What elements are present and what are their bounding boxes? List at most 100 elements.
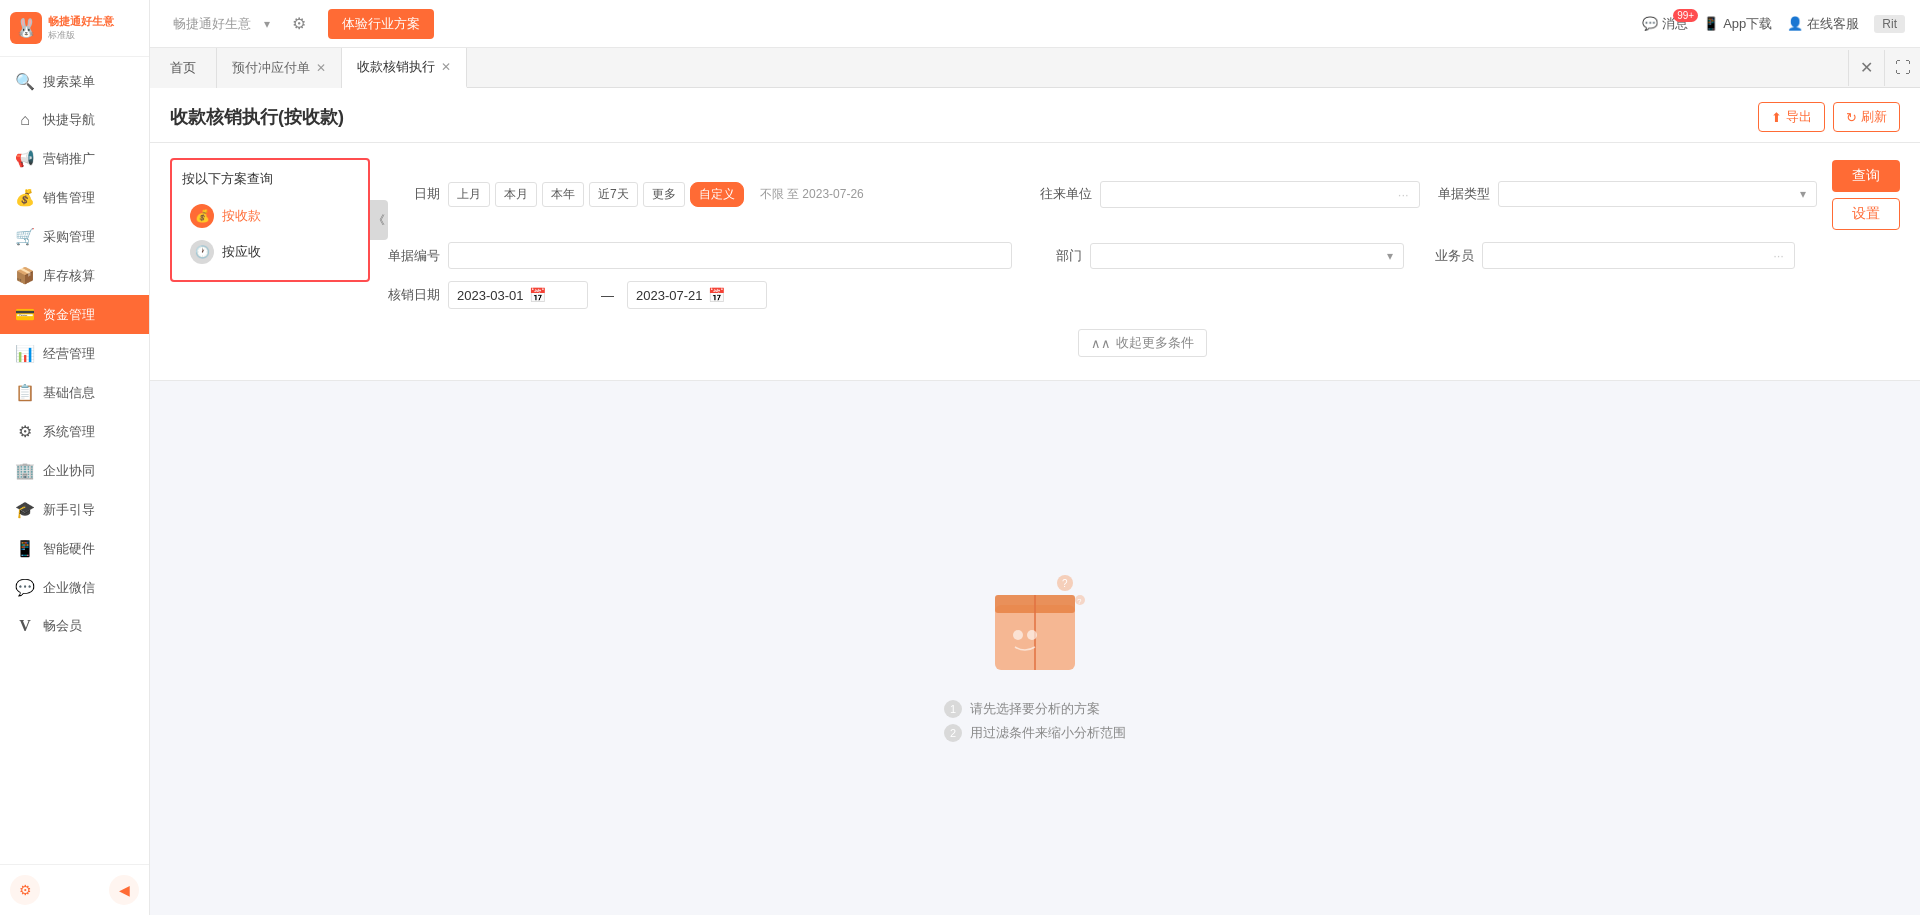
sidebar-item-label: 新手引导 (43, 501, 95, 519)
sidebar-item-wechat[interactable]: 💬 企业微信 (0, 568, 149, 607)
filter-field-dept: 部门 ▾ (1027, 243, 1403, 269)
tab-prepay-close-icon[interactable]: ✕ (316, 61, 326, 75)
content-actions: ⬆ 导出 ↻ 刷新 (1758, 102, 1900, 132)
doc-no-label: 单据编号 (385, 247, 440, 265)
service-icon: 👤 (1787, 16, 1803, 31)
customer-service-button[interactable]: 👤 在线客服 (1787, 15, 1859, 33)
sidebar-bottom: ⚙ ◀ (0, 864, 149, 915)
dept-select[interactable]: ▾ (1090, 243, 1403, 269)
end-date-text: 2023-07-21 (636, 288, 703, 303)
business-person-label: 业务员 (1419, 247, 1474, 265)
sidebar-item-label: 企业协同 (43, 462, 95, 480)
date-button-group: 上月 本月 本年 近7天 更多 自定义 (448, 182, 744, 207)
tab-collection[interactable]: 收款核销执行 ✕ (342, 48, 467, 88)
filter-collapse-button[interactable]: 《 (370, 200, 388, 240)
export-button[interactable]: ⬆ 导出 (1758, 102, 1825, 132)
sidebar-item-inventory[interactable]: 📦 库存核算 (0, 256, 149, 295)
sidebar-item-purchase[interactable]: 🛒 采购管理 (0, 217, 149, 256)
money-icon: 💰 (15, 188, 35, 207)
this-month-button[interactable]: 本月 (495, 182, 537, 207)
sidebar-item-marketing[interactable]: 📢 营销推广 (0, 139, 149, 178)
svg-point-7 (1013, 630, 1023, 640)
business-person-input[interactable]: ··· (1482, 242, 1795, 269)
content-header: 收款核销执行(按收款) ⬆ 导出 ↻ 刷新 (150, 88, 1920, 143)
sidebar-item-quick-nav[interactable]: ⌂ 快捷导航 (0, 101, 149, 139)
doc-type-select[interactable]: ▾ (1498, 181, 1817, 207)
refresh-label: 刷新 (1861, 108, 1887, 126)
counterparty-input[interactable]: ··· (1100, 181, 1419, 208)
calendar-end-icon: 📅 (708, 287, 725, 303)
empty-illustration: ? ? (965, 555, 1105, 685)
last-month-button[interactable]: 上月 (448, 182, 490, 207)
sidebar-item-finance[interactable]: 💳 资金管理 (0, 295, 149, 334)
tabbar-controls: ✕ ⛶ (1848, 50, 1920, 86)
date-separator: — (596, 288, 619, 303)
query-button[interactable]: 查询 (1832, 160, 1900, 192)
filter-actions: 查询 设置 (1832, 158, 1900, 230)
verify-date-end[interactable]: 2023-07-21 📅 (627, 281, 767, 309)
date-range-hint: 不限 至 2023-07-26 (760, 186, 864, 203)
select-arrow-icon: ▾ (1800, 187, 1806, 201)
mobile-icon: 📱 (15, 539, 35, 558)
solution-button[interactable]: 体验行业方案 (328, 9, 434, 39)
message-button[interactable]: 💬 消息 99+ (1642, 15, 1688, 33)
sidebar-item-enterprise[interactable]: 🏢 企业协同 (0, 451, 149, 490)
close-tab-button[interactable]: ✕ (1848, 50, 1884, 86)
custom-date-button[interactable]: 自定义 (690, 182, 744, 207)
doc-no-input[interactable] (448, 242, 1012, 269)
sidebar-item-hardware[interactable]: 📱 智能硬件 (0, 529, 149, 568)
collapse-sidebar-button[interactable]: ◀ (109, 875, 139, 905)
sidebar-item-system[interactable]: ⚙ 系统管理 (0, 412, 149, 451)
sidebar-item-basic[interactable]: 📋 基础信息 (0, 373, 149, 412)
search-icon: 🔍 (15, 72, 35, 91)
filter-row-2: 单据编号 部门 ▾ 业务员 ··· (385, 242, 1900, 269)
tab-prepay[interactable]: 预付冲应付单 ✕ (217, 48, 342, 88)
more-date-button[interactable]: 更多 (643, 182, 685, 207)
filter-panel-inner: 按以下方案查询 💰 按收款 🕐 按应收 《 (170, 158, 370, 282)
tab-home[interactable]: 首页 (150, 48, 217, 88)
refresh-button[interactable]: ↻ 刷新 (1833, 102, 1900, 132)
setting-button[interactable]: 设置 (1832, 198, 1900, 230)
app-download-button[interactable]: 📱 App下载 (1703, 15, 1772, 33)
filter-panel-title: 按以下方案查询 (182, 170, 358, 188)
page-title: 收款核销执行(按收款) (170, 105, 344, 129)
chevron-down-icon[interactable]: ▾ (264, 17, 270, 31)
filter-option-by-receipt[interactable]: 💰 按收款 (182, 198, 358, 234)
sidebar-item-member[interactable]: V 畅会员 (0, 607, 149, 645)
sidebar-item-label: 库存核算 (43, 267, 95, 285)
sidebar-item-business[interactable]: 📊 经营管理 (0, 334, 149, 373)
filter-field-doc-type: 单据类型 ▾ (1435, 181, 1817, 207)
sidebar-item-guide[interactable]: 🎓 新手引导 (0, 490, 149, 529)
user-avatar[interactable]: Rit (1874, 15, 1905, 33)
refresh-icon: ↻ (1846, 110, 1857, 125)
last-7days-button[interactable]: 近7天 (589, 182, 638, 207)
tab-collection-close-icon[interactable]: ✕ (441, 60, 451, 74)
filter-option-by-receivable[interactable]: 🕐 按应收 (182, 234, 358, 270)
settings-button[interactable]: ⚙ (10, 875, 40, 905)
sidebar-item-label: 搜索菜单 (43, 73, 95, 91)
svg-point-8 (1027, 630, 1037, 640)
sidebar-item-label: 快捷导航 (43, 111, 95, 129)
dept-label: 部门 (1027, 247, 1082, 265)
receipt-icon: 💰 (190, 204, 214, 228)
date-label: 日期 (385, 185, 440, 203)
step-2-text: 用过滤条件来缩小分析范围 (970, 724, 1126, 742)
card-icon: 💳 (15, 305, 35, 324)
expand-button[interactable]: ⛶ (1884, 50, 1920, 86)
verify-date-label: 核销日期 (385, 286, 440, 304)
gear-icon: ⚙ (15, 422, 35, 441)
select-arrow-icon: ▾ (1387, 249, 1393, 263)
this-year-button[interactable]: 本年 (542, 182, 584, 207)
sidebar-item-sales[interactable]: 💰 销售管理 (0, 178, 149, 217)
verify-date-start[interactable]: 2023-03-01 📅 (448, 281, 588, 309)
collapse-more-button[interactable]: ∧∧ 收起更多条件 (1078, 329, 1207, 357)
export-icon: ⬆ (1771, 110, 1782, 125)
sidebar-nav: 🔍 搜索菜单 ⌂ 快捷导航 📢 营销推广 💰 销售管理 🛒 采购管理 📦 库存核… (0, 57, 149, 864)
sidebar-item-label: 营销推广 (43, 150, 95, 168)
brand-text: 畅捷通好生意 (165, 13, 259, 35)
app-icon: 📱 (1703, 16, 1719, 31)
filter-row-3: 核销日期 2023-03-01 📅 — 2023-07-21 📅 (385, 281, 1900, 309)
sidebar-item-search[interactable]: 🔍 搜索菜单 (0, 62, 149, 101)
tab-home-label: 首页 (170, 59, 196, 77)
topbar-gear-button[interactable]: ⚙ (285, 10, 313, 38)
